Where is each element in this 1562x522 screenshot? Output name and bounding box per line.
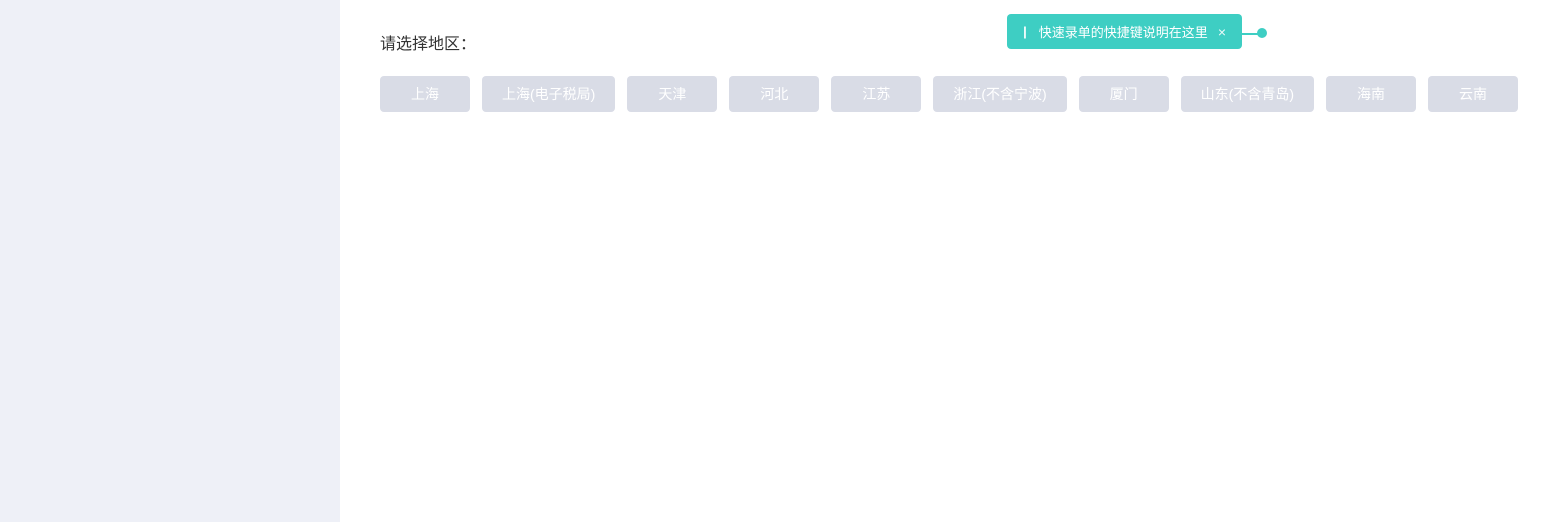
region-btn-jiangsu[interactable]: 江苏	[831, 76, 921, 112]
main-content: 请选择地区： 上海上海(电子税局) 天津河北江苏浙江(不含宁波) 厦门山东(不含青岛…	[340, 0, 1562, 522]
region-btn-shanghai[interactable]: 上海	[380, 76, 470, 112]
region-btn-yunnan[interactable]: 云南	[1428, 76, 1518, 112]
region-btn-shanghai-etax[interactable]: 上海(电子税局)	[482, 76, 615, 112]
region-btn-hainan[interactable]: 海南	[1326, 76, 1416, 112]
tooltip-dot	[1257, 28, 1267, 38]
region-btn-hebei[interactable]: 河北	[729, 76, 819, 112]
tooltip-bubble: 快速录单的快捷键说明在这里 ×	[1007, 14, 1242, 49]
region-btn-tianjin[interactable]: 天津	[627, 76, 717, 112]
left-sidebar	[0, 0, 340, 522]
region-buttons: 上海上海(电子税局) 天津河北江苏浙江(不含宁波) 厦门山东(不含青岛) 海南云南	[380, 76, 1522, 112]
region-btn-shandong[interactable]: 山东(不含青岛)	[1181, 76, 1314, 112]
tooltip-text: 快速录单的快捷键说明在这里	[1039, 22, 1208, 41]
region-btn-xiamen[interactable]: 厦门	[1079, 76, 1169, 112]
tooltip-close-button[interactable]: ×	[1218, 24, 1226, 40]
page-label: 请选择地区：	[380, 30, 1522, 54]
region-btn-zhejiang[interactable]: 浙江(不含宁波)	[933, 76, 1066, 112]
